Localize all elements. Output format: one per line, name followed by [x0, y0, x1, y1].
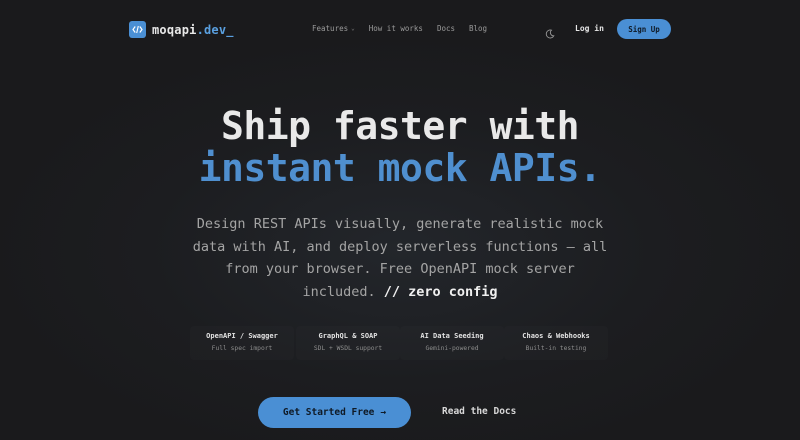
nav-item-blog[interactable]: Blog — [469, 24, 487, 33]
nav-links: Features ⌄ How it works Docs Blog — [312, 24, 501, 33]
chevron-down-icon: ⌄ — [351, 25, 355, 32]
nav-item-how-it-works[interactable]: How it works — [369, 24, 423, 33]
nav-item-features[interactable]: Features ⌄ — [312, 24, 355, 33]
get-started-button[interactable]: Get Started Free → — [258, 397, 411, 428]
brand-logo[interactable]: moqapi.dev_ — [129, 21, 234, 38]
moon-icon[interactable] — [545, 24, 555, 39]
feature-subtitle: Full spec import — [211, 345, 273, 352]
login-link[interactable]: Log in — [575, 24, 604, 33]
feature-subtitle: SDL + WSDL support — [313, 345, 383, 352]
code-brackets-icon — [129, 21, 146, 38]
feature-subtitle: Gemini-powered — [425, 345, 479, 352]
signup-button[interactable]: Sign Up — [617, 19, 671, 39]
get-started-label: Get Started Free — [282, 407, 375, 418]
feature-title: GraphQL & SOAP — [318, 332, 378, 340]
feature-title: AI Data Seeding — [420, 332, 484, 340]
hero-title-line1: Ship faster with — [220, 104, 580, 148]
brand-name: moqapi.dev_ — [152, 22, 234, 37]
hero-subtitle: Design REST APIs visually, generate real… — [190, 213, 610, 303]
hero-subtitle-tag: // zero config — [383, 283, 498, 300]
arrow-right-icon: → — [380, 407, 387, 418]
feature-graphql: GraphQL & SOAP SDL + WSDL support — [298, 332, 398, 352]
feature-subtitle: Built-in testing — [525, 345, 587, 352]
feature-openapi: OpenAPI / Swagger Full spec import — [192, 332, 292, 352]
nav-item-docs[interactable]: Docs — [437, 24, 455, 33]
hero-title-line2: instant mock APIs. — [198, 146, 602, 190]
nav-item-label: Features — [312, 24, 349, 33]
read-docs-link[interactable]: Read the Docs — [442, 406, 516, 417]
feature-ai-seeding: AI Data Seeding Gemini-powered — [402, 332, 502, 352]
top-nav: moqapi.dev_ Features ⌄ How it works Docs… — [0, 0, 800, 58]
feature-chaos-webhooks: Chaos & Webhooks Built-in testing — [506, 332, 606, 352]
feature-title: Chaos & Webhooks — [522, 332, 590, 340]
feature-title: OpenAPI / Swagger — [206, 332, 278, 340]
